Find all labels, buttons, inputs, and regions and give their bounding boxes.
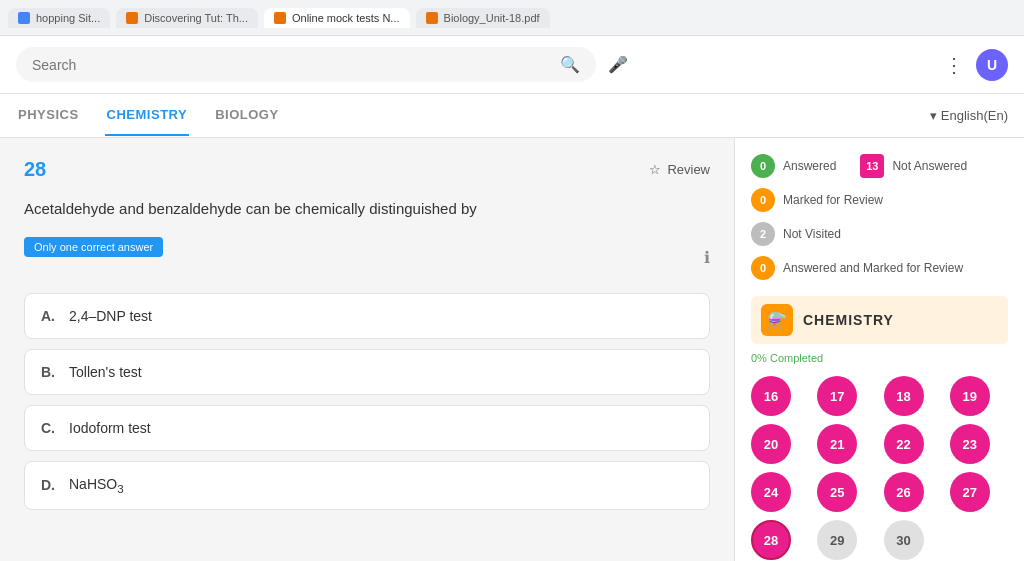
option-b-label: B. [41, 364, 57, 380]
status-not-visited: 2 Not Visited [751, 222, 1008, 246]
q-num-30[interactable]: 30 [884, 520, 924, 560]
tab-chemistry[interactable]: CHEMISTRY [105, 95, 190, 136]
option-a-text: 2,4–DNP test [69, 308, 152, 324]
answer-type-badge: Only one correct answer [24, 237, 163, 257]
star-icon: ☆ [649, 162, 661, 177]
search-bar[interactable]: 🔍 [16, 47, 596, 82]
status-answered: 0 Answered [751, 154, 836, 178]
review-button[interactable]: ☆ Review [649, 162, 710, 177]
main-content: 28 ☆ Review Acetaldehyde and benzaldehyd… [0, 138, 1024, 561]
language-label: English(En) [941, 108, 1008, 123]
more-options-icon[interactable]: ⋮ [944, 53, 964, 77]
answered-badge: 0 [751, 154, 775, 178]
subject-tabs-bar: PHYSICS CHEMISTRY BIOLOGY ▾ English(En) [0, 94, 1024, 138]
tab-icon-discovering [126, 12, 138, 24]
header-right: ⋮ U [944, 49, 1008, 81]
question-number: 28 [24, 158, 46, 181]
tab-online-mock[interactable]: Online mock tests N... [264, 8, 410, 28]
marked-review-badge: 0 [751, 188, 775, 212]
tab-biology[interactable]: BIOLOGY [213, 95, 280, 136]
tabs-left: PHYSICS CHEMISTRY BIOLOGY [16, 95, 281, 136]
option-d-text: NaHSO3 [69, 476, 124, 495]
review-label: Review [667, 162, 710, 177]
tab-icon-shopping [18, 12, 30, 24]
status-not-answered: 13 Not Answered [860, 154, 967, 178]
tab-label-discovering: Discovering Tut: Th... [144, 12, 248, 24]
answered-marked-label: Answered and Marked for Review [783, 261, 963, 275]
not-answered-label: Not Answered [892, 159, 967, 173]
chemistry-icon: ⚗️ [761, 304, 793, 336]
chevron-down-icon: ▾ [930, 108, 937, 123]
section-header: ⚗️ CHEMISTRY [751, 296, 1008, 344]
question-panel: 28 ☆ Review Acetaldehyde and benzaldehyd… [0, 138, 734, 561]
q-num-28[interactable]: 28 [751, 520, 791, 560]
tab-shopping[interactable]: hopping Sit... [8, 8, 110, 28]
option-d[interactable]: D. NaHSO3 [24, 461, 710, 510]
search-button[interactable]: 🔍 [560, 55, 580, 74]
question-text: Acetaldehyde and benzaldehyde can be che… [24, 197, 710, 221]
tab-discovering[interactable]: Discovering Tut: Th... [116, 8, 258, 28]
marked-review-label: Marked for Review [783, 193, 883, 207]
info-icon[interactable]: ℹ [704, 248, 710, 267]
answered-label: Answered [783, 159, 836, 173]
status-marked-review: 0 Marked for Review [751, 188, 1008, 212]
option-b-text: Tollen's test [69, 364, 142, 380]
status-legend: 0 Answered 13 Not Answered 0 Marked for … [751, 154, 1008, 280]
q-num-24[interactable]: 24 [751, 472, 791, 512]
mic-button[interactable]: 🎤 [608, 55, 628, 74]
q-num-19[interactable]: 19 [950, 376, 990, 416]
tab-physics[interactable]: PHYSICS [16, 95, 81, 136]
option-c-label: C. [41, 420, 57, 436]
q-num-23[interactable]: 23 [950, 424, 990, 464]
q-num-22[interactable]: 22 [884, 424, 924, 464]
answered-marked-badge: 0 [751, 256, 775, 280]
not-visited-label: Not Visited [783, 227, 841, 241]
q-num-20[interactable]: 20 [751, 424, 791, 464]
tab-label-biology: Biology_Unit-18.pdf [444, 12, 540, 24]
option-a-label: A. [41, 308, 57, 324]
q-num-21[interactable]: 21 [817, 424, 857, 464]
completed-text: 0% Completed [751, 352, 1008, 364]
status-answered-marked: 0 Answered and Marked for Review [751, 256, 1008, 280]
q-num-29[interactable]: 29 [817, 520, 857, 560]
q-num-25[interactable]: 25 [817, 472, 857, 512]
option-a[interactable]: A. 2,4–DNP test [24, 293, 710, 339]
browser-tab-bar: hopping Sit... Discovering Tut: Th... On… [0, 0, 1024, 36]
tab-label-shopping: hopping Sit... [36, 12, 100, 24]
q-num-17[interactable]: 17 [817, 376, 857, 416]
q-num-18[interactable]: 18 [884, 376, 924, 416]
option-c[interactable]: C. Iodoform test [24, 405, 710, 451]
tab-label-online-mock: Online mock tests N... [292, 12, 400, 24]
tab-biology[interactable]: Biology_Unit-18.pdf [416, 8, 550, 28]
option-b[interactable]: B. Tollen's test [24, 349, 710, 395]
section-title: CHEMISTRY [803, 312, 894, 328]
language-selector[interactable]: ▾ English(En) [930, 108, 1008, 123]
options-list: A. 2,4–DNP test B. Tollen's test C. Iodo… [24, 293, 710, 510]
option-d-label: D. [41, 477, 57, 493]
not-visited-badge: 2 [751, 222, 775, 246]
tab-icon-online-mock [274, 12, 286, 24]
q-num-16[interactable]: 16 [751, 376, 791, 416]
q-num-26[interactable]: 26 [884, 472, 924, 512]
right-panel: 0 Answered 13 Not Answered 0 Marked for … [734, 138, 1024, 561]
option-c-text: Iodoform test [69, 420, 151, 436]
tab-icon-biology [426, 12, 438, 24]
question-header: 28 ☆ Review [24, 158, 710, 181]
app-header: 🔍 🎤 ⋮ U [0, 36, 1024, 94]
user-avatar[interactable]: U [976, 49, 1008, 81]
not-answered-badge: 13 [860, 154, 884, 178]
q-num-27[interactable]: 27 [950, 472, 990, 512]
question-number-grid: 16 17 18 19 20 21 22 23 24 25 26 27 28 2… [751, 376, 1008, 560]
search-input[interactable] [32, 57, 550, 73]
